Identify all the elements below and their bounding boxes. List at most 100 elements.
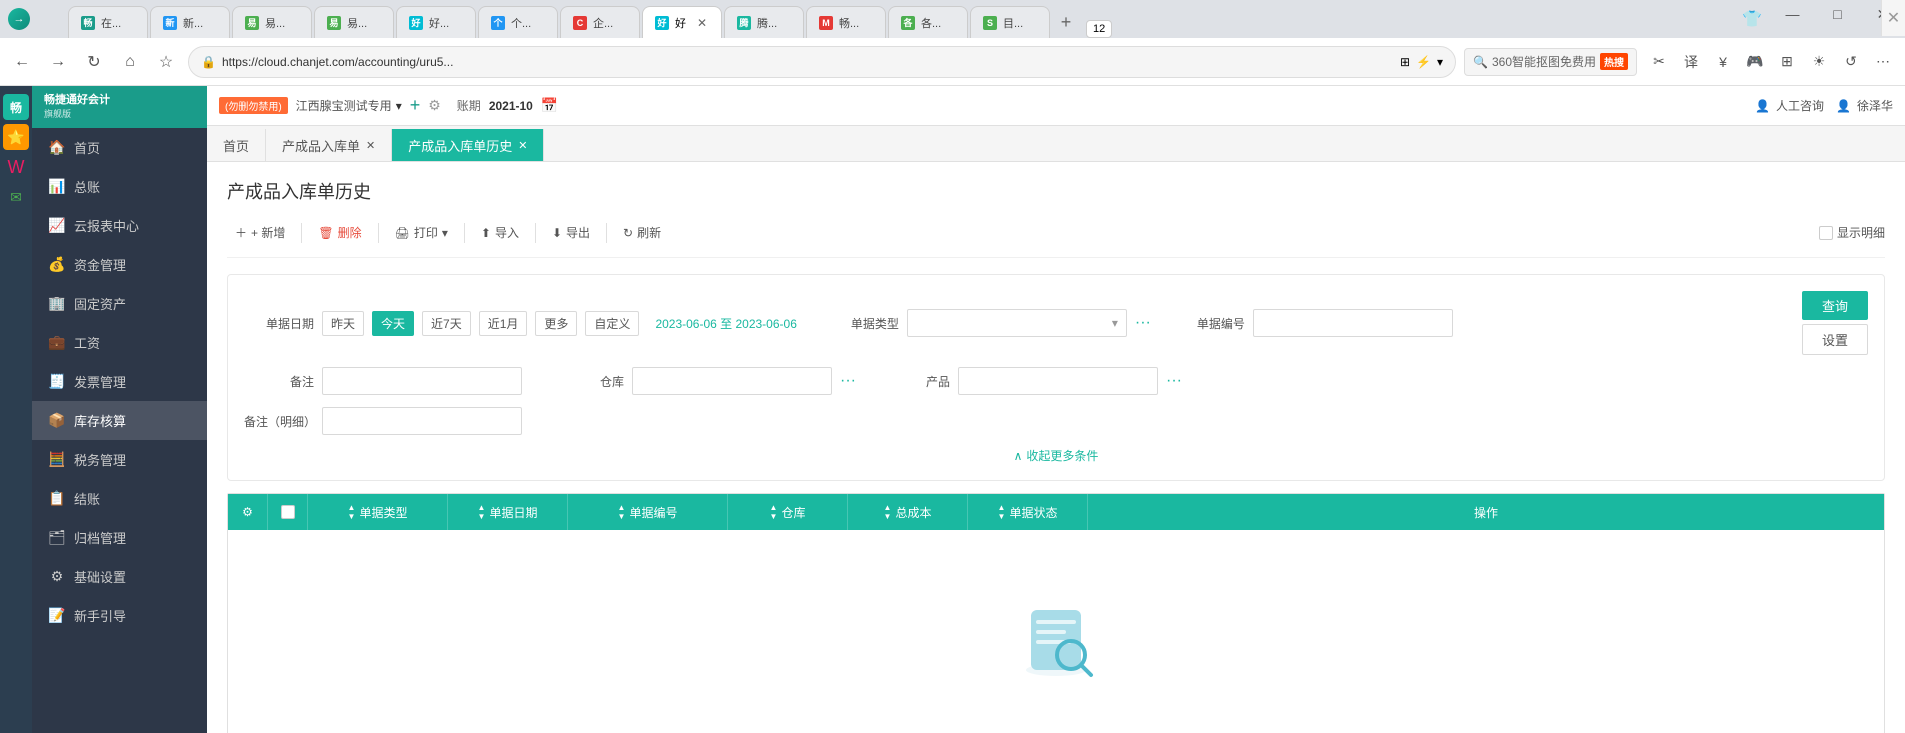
dock-icon-star[interactable]: ⭐ (3, 124, 29, 150)
new-tab-button[interactable]: + (1050, 6, 1082, 38)
scissors-icon[interactable]: ✂ (1645, 48, 1673, 76)
company-selector[interactable]: 江西腺宝测试专用 ▾ (296, 97, 402, 114)
tab-home[interactable]: 首页 (207, 129, 266, 161)
sidebar-item-首页[interactable]: 🏠首页 (32, 128, 207, 167)
bookmark-button[interactable]: ☆ (152, 48, 180, 76)
tab-bill-history[interactable]: 产成品入库单历史 ✕ (392, 129, 544, 161)
th-cost[interactable]: ▲ ▼ 总成本 (848, 494, 968, 530)
product-dots[interactable]: ··· (1158, 372, 1190, 390)
sidebar-item-基础设置[interactable]: ⚙基础设置 (32, 557, 207, 596)
date-btn-1month[interactable]: 近1月 (479, 311, 528, 336)
th-checkbox[interactable] (268, 494, 308, 530)
dock-logo[interactable]: 畅 (3, 94, 29, 120)
header-settings-button[interactable]: ⚙ (428, 97, 441, 114)
settings-set-button[interactable]: 设置 (1802, 324, 1868, 355)
th-settings[interactable]: ⚙ (228, 494, 268, 530)
date-btn-7days[interactable]: 近7天 (422, 311, 471, 336)
sun-icon[interactable]: ☀ (1805, 48, 1833, 76)
browser-tab-8[interactable]: 好好✕ (642, 6, 722, 38)
browser-tab-10[interactable]: M畅... (806, 6, 886, 38)
yen-icon[interactable]: ¥ (1709, 48, 1737, 76)
add-company-button[interactable]: + (410, 95, 421, 116)
sidebar-item-总账[interactable]: 📊总账 (32, 167, 207, 206)
gamepad-icon[interactable]: 🎮 (1741, 48, 1769, 76)
bill-no-input[interactable] (1253, 309, 1453, 337)
tab-favicon-12: S (983, 16, 997, 30)
select-all-checkbox[interactable] (281, 505, 295, 519)
sidebar-item-云报表中心[interactable]: 📈云报表中心 (32, 206, 207, 245)
sidebar-item-库存核算[interactable]: 📦库存核算 (32, 401, 207, 440)
refresh-button[interactable]: ↻ (80, 48, 108, 76)
maximize-button[interactable]: □ (1815, 0, 1860, 28)
print-button[interactable]: 🖨 打印 ▾ (387, 220, 456, 245)
sidebar-item-结账[interactable]: 📋结账 (32, 479, 207, 518)
warehouse-dots[interactable]: ··· (832, 372, 864, 390)
th-date[interactable]: ▲ ▼ 单据日期 (448, 494, 568, 530)
browser-tab-7[interactable]: C企... (560, 6, 640, 38)
browser-tab-2[interactable]: 新新... (150, 6, 230, 38)
date-btn-yesterday[interactable]: 昨天 (322, 311, 364, 336)
tab-close-8[interactable]: ✕ (695, 14, 709, 32)
more-icon[interactable]: ⋯ (1869, 48, 1897, 76)
refresh-button[interactable]: ↻ 刷新 (615, 220, 669, 245)
new-button[interactable]: ＋ + 新增 (227, 220, 293, 245)
browser-tab-4[interactable]: 易易... (314, 6, 394, 38)
browser-tab-11[interactable]: 各各... (888, 6, 968, 38)
product-select[interactable] (958, 367, 1158, 395)
th-warehouse[interactable]: ▲ ▼ 仓库 (728, 494, 848, 530)
remark-input[interactable] (322, 367, 522, 395)
grid-view-icon[interactable]: ⊞ (1773, 48, 1801, 76)
type-filter-dots[interactable]: ··· (1127, 314, 1159, 332)
browser-tab-3[interactable]: 易易... (232, 6, 312, 38)
tab-count-badge[interactable]: 12 (1086, 20, 1112, 38)
search-box[interactable]: 🔍 360智能抠图免费用 热搜 (1464, 48, 1637, 76)
calendar-icon[interactable]: 📅 (541, 97, 558, 114)
tab-bill-history-close[interactable]: ✕ (518, 139, 527, 152)
tab-bar: → 畅在...新新...易易...易易...好好...个个...C企...好好✕… (0, 0, 1905, 38)
browser-tab-9[interactable]: 腾腾... (724, 6, 804, 38)
home-button[interactable]: ⌂ (116, 48, 144, 76)
delete-button[interactable]: 🗑 删除 (310, 220, 369, 245)
browser-tab-5[interactable]: 好好... (396, 6, 476, 38)
forward-button[interactable]: → (44, 48, 72, 76)
query-button[interactable]: 查询 (1802, 291, 1868, 320)
back-button[interactable]: ← (8, 48, 36, 76)
browser-tab-6[interactable]: 个个... (478, 6, 558, 38)
sidebar-item-归档管理[interactable]: 🗂归档管理 (32, 518, 207, 557)
tab-bill-list-close[interactable]: ✕ (366, 139, 375, 152)
sidebar-item-发票管理[interactable]: 🧾发票管理 (32, 362, 207, 401)
sidebar-item-资金管理[interactable]: 💰资金管理 (32, 245, 207, 284)
dock-icon-mail[interactable]: ✉ (3, 184, 29, 210)
th-status[interactable]: ▲ ▼ 单据状态 (968, 494, 1088, 530)
chevron-down-icon[interactable]: ▾ (1437, 55, 1443, 69)
warehouse-select[interactable] (632, 367, 832, 395)
date-btn-custom[interactable]: 自定义 (585, 311, 639, 336)
nav-icon-5: 💼 (48, 334, 66, 351)
nav-label-11: 基础设置 (74, 567, 126, 586)
export-button[interactable]: ⬇ 导出 (544, 220, 598, 245)
minimize-button[interactable]: — (1770, 0, 1815, 28)
browser-tab-1[interactable]: 畅在... (68, 6, 148, 38)
undo-icon[interactable]: ↺ (1837, 48, 1865, 76)
ai-consult-button[interactable]: 👤 人工咨询 (1755, 97, 1824, 114)
th-no[interactable]: ▲ ▼ 单据编号 (568, 494, 728, 530)
shirt-icon[interactable]: 👕 (1734, 0, 1770, 38)
collapse-button[interactable]: ∧ 收起更多条件 (1014, 447, 1099, 464)
date-btn-more[interactable]: 更多 (535, 311, 577, 336)
show-cols-checkbox[interactable] (1819, 226, 1833, 240)
type-filter-select[interactable]: ▾ (907, 309, 1127, 337)
tab-bill-list[interactable]: 产成品入库单 ✕ (266, 129, 392, 161)
user-profile[interactable]: 👤 徐泽华 (1836, 97, 1893, 114)
dock-icon-weibo[interactable]: W (3, 154, 29, 180)
import-button[interactable]: ⬆ 导入 (473, 220, 527, 245)
browser-tab-12[interactable]: S目... (970, 6, 1050, 38)
date-btn-today[interactable]: 今天 (372, 311, 414, 336)
sidebar-item-工资[interactable]: 💼工资 (32, 323, 207, 362)
sidebar-item-固定资产[interactable]: 🏢固定资产 (32, 284, 207, 323)
th-type[interactable]: ▲ ▼ 单据类型 (308, 494, 448, 530)
detail-remark-input[interactable] (322, 407, 522, 435)
translate-icon[interactable]: 译 (1677, 48, 1705, 76)
sidebar-item-税务管理[interactable]: 🧮税务管理 (32, 440, 207, 479)
sidebar-item-新手引导[interactable]: 📝新手引导 (32, 596, 207, 635)
home-tab-label: 首页 (223, 136, 249, 155)
